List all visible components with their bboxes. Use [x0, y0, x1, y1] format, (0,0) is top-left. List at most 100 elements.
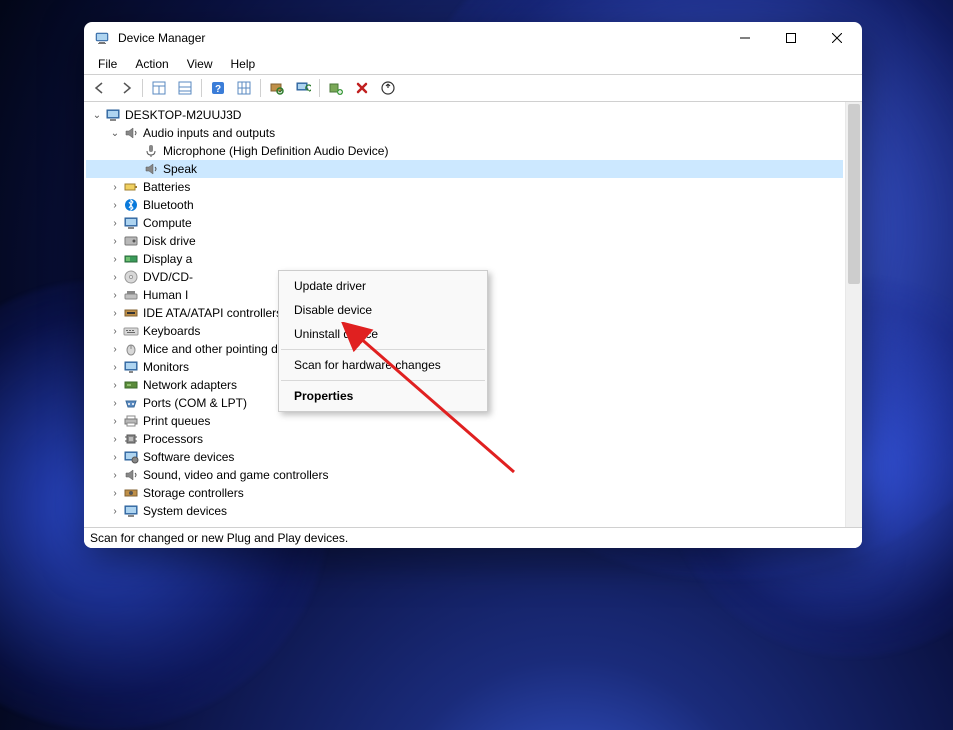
speaker-icon — [143, 161, 159, 177]
statusbar: Scan for changed or new Plug and Play de… — [84, 528, 862, 548]
menu-view[interactable]: View — [179, 56, 221, 72]
chevron-right-icon[interactable]: › — [108, 504, 122, 518]
chevron-right-icon[interactable]: › — [108, 216, 122, 230]
monitor-refresh-icon[interactable] — [291, 77, 315, 99]
disk-icon — [123, 233, 139, 249]
toolbar-separator — [319, 79, 320, 97]
battery-icon — [123, 179, 139, 195]
chevron-right-icon[interactable]: › — [108, 342, 122, 356]
chevron-right-icon[interactable]: › — [108, 306, 122, 320]
speaker-icon — [123, 467, 139, 483]
chevron-right-icon[interactable]: › — [108, 450, 122, 464]
printer-icon — [123, 413, 139, 429]
menu-file[interactable]: File — [90, 56, 125, 72]
chevron-down-icon[interactable]: ⌄ — [108, 126, 122, 140]
tree-category-bluetooth[interactable]: ›Bluetooth — [86, 196, 843, 214]
chevron-right-icon[interactable]: › — [108, 432, 122, 446]
cpu-icon — [123, 431, 139, 447]
ctx-properties[interactable]: Properties — [280, 384, 486, 408]
toolbar: ? — [84, 74, 862, 102]
tree-category-batteries[interactable]: ›Batteries — [86, 178, 843, 196]
remove-icon[interactable] — [350, 77, 374, 99]
chevron-right-icon[interactable]: › — [108, 396, 122, 410]
ctx-uninstall-device[interactable]: Uninstall device — [280, 322, 486, 346]
vertical-scrollbar[interactable] — [845, 102, 862, 527]
network-icon — [123, 377, 139, 393]
maximize-button[interactable] — [768, 22, 814, 54]
tree-category-disk[interactable]: ›Disk drive — [86, 232, 843, 250]
ctx-update-driver[interactable]: Update driver — [280, 274, 486, 298]
speaker-icon — [123, 125, 139, 141]
menu-help[interactable]: Help — [223, 56, 264, 72]
toolbar-grid1-icon[interactable] — [147, 77, 171, 99]
tree-device-speakers[interactable]: Speak — [86, 160, 843, 178]
context-menu: Update driver Disable device Uninstall d… — [278, 270, 488, 412]
window-title: Device Manager — [118, 31, 722, 45]
tree-category-sound[interactable]: ›Sound, video and game controllers — [86, 466, 843, 484]
tree-category-software[interactable]: ›Software devices — [86, 448, 843, 466]
microphone-label: Microphone (High Definition Audio Device… — [163, 144, 388, 158]
close-button[interactable] — [814, 22, 860, 54]
hid-icon — [123, 287, 139, 303]
computer-icon — [105, 107, 121, 123]
titlebar[interactable]: Device Manager — [84, 22, 862, 54]
statusbar-text: Scan for changed or new Plug and Play de… — [90, 531, 348, 545]
chevron-right-icon[interactable]: › — [108, 198, 122, 212]
chevron-right-icon[interactable]: › — [108, 486, 122, 500]
chevron-right-icon[interactable]: › — [108, 180, 122, 194]
tree-category-system[interactable]: ›System devices — [86, 502, 843, 520]
context-menu-separator — [281, 380, 485, 381]
chevron-right-icon[interactable]: › — [108, 468, 122, 482]
toolbar-grid3-icon[interactable] — [232, 77, 256, 99]
back-button[interactable] — [88, 77, 112, 99]
chevron-right-icon[interactable]: › — [108, 324, 122, 338]
help-icon[interactable]: ? — [206, 77, 230, 99]
tree-category-processors[interactable]: ›Processors — [86, 430, 843, 448]
forward-button[interactable] — [114, 77, 138, 99]
monitor-icon — [123, 359, 139, 375]
device-manager-window: Device Manager File Action View Help ? — [84, 22, 862, 548]
dvd-icon — [123, 269, 139, 285]
system-icon — [123, 503, 139, 519]
chevron-right-icon[interactable]: › — [108, 288, 122, 302]
chevron-right-icon[interactable]: › — [108, 234, 122, 248]
toolbar-separator — [142, 79, 143, 97]
chevron-right-icon[interactable]: › — [108, 270, 122, 284]
chevron-right-icon[interactable]: › — [108, 252, 122, 266]
chevron-right-icon[interactable]: › — [108, 414, 122, 428]
scrollbar-thumb[interactable] — [848, 104, 860, 284]
menubar: File Action View Help — [84, 54, 862, 74]
content-area: ⌄ DESKTOP-M2UUJ3D ⌄ Audio inputs and out… — [84, 102, 862, 528]
tree-category-computer[interactable]: ›Compute — [86, 214, 843, 232]
storage-icon — [123, 485, 139, 501]
monitor-icon — [123, 215, 139, 231]
keyboard-icon — [123, 323, 139, 339]
tree-category-storage[interactable]: ›Storage controllers — [86, 484, 843, 502]
menu-action[interactable]: Action — [127, 56, 176, 72]
software-icon — [123, 449, 139, 465]
tree-category-audio[interactable]: ⌄ Audio inputs and outputs — [86, 124, 843, 142]
chevron-right-icon[interactable]: › — [108, 378, 122, 392]
root-label: DESKTOP-M2UUJ3D — [125, 108, 241, 122]
ctx-disable-device[interactable]: Disable device — [280, 298, 486, 322]
toolbar-separator — [201, 79, 202, 97]
minimize-button[interactable] — [722, 22, 768, 54]
chevron-down-icon[interactable]: ⌄ — [90, 108, 104, 122]
tree-category-display[interactable]: ›Display a — [86, 250, 843, 268]
tree-root[interactable]: ⌄ DESKTOP-M2UUJ3D — [86, 106, 843, 124]
update-icon[interactable] — [376, 77, 400, 99]
add-legacy-icon[interactable] — [324, 77, 348, 99]
context-menu-separator — [281, 349, 485, 350]
tree-category-print[interactable]: ›Print queues — [86, 412, 843, 430]
ctx-scan-hardware[interactable]: Scan for hardware changes — [280, 353, 486, 377]
toolbar-grid2-icon[interactable] — [173, 77, 197, 99]
mouse-icon — [123, 341, 139, 357]
speaker-label: Speak — [163, 162, 197, 176]
svg-text:?: ? — [215, 84, 221, 95]
microphone-icon — [143, 143, 159, 159]
bluetooth-icon — [123, 197, 139, 213]
scan-hardware-icon[interactable] — [265, 77, 289, 99]
tree-device-microphone[interactable]: Microphone (High Definition Audio Device… — [86, 142, 843, 160]
port-icon — [123, 395, 139, 411]
chevron-right-icon[interactable]: › — [108, 360, 122, 374]
